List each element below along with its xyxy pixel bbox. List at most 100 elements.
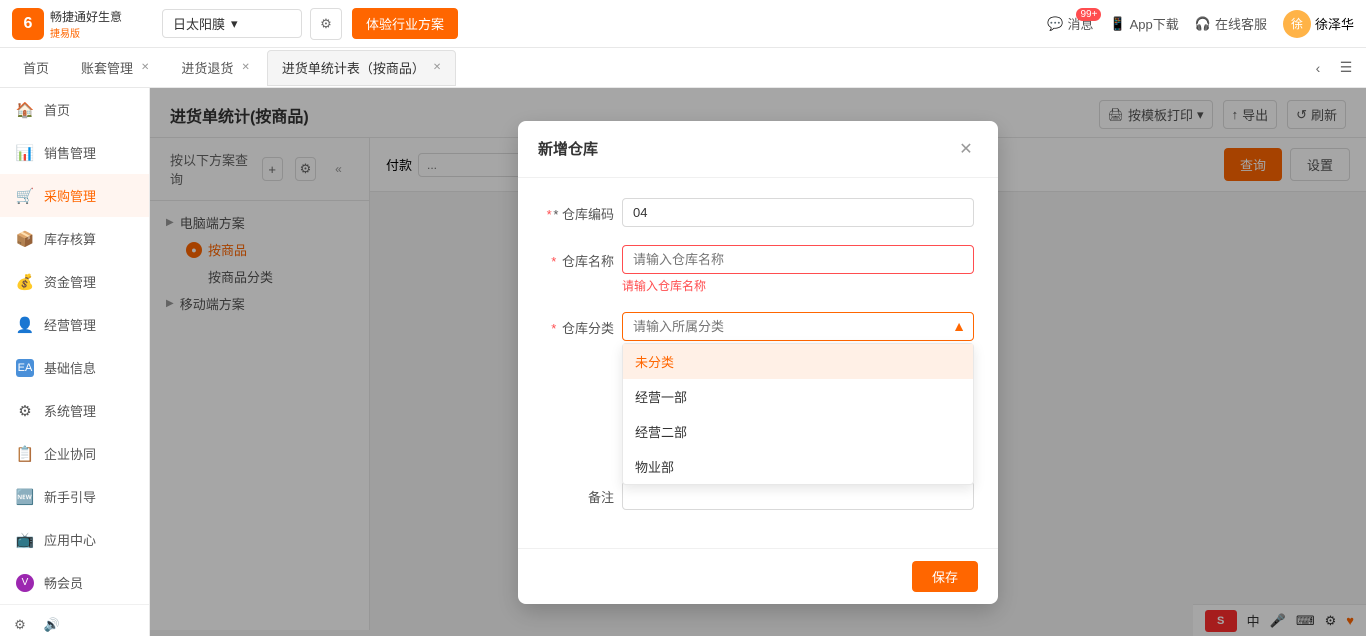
warehouse-note-row: 备注 — [542, 481, 974, 510]
sidebar-item-system[interactable]: ⚙ 系统管理 — [0, 389, 149, 432]
main-layout: 🏠 首页 📊 销售管理 🛒 采购管理 📦 库存核算 💰 资金管理 👤 经营管理 … — [0, 88, 1366, 636]
sidebar-item-guide[interactable]: 🆕 新手引导 — [0, 475, 149, 518]
tab-bar: 首页 账套管理 ✕ 进货退货 ✕ 进货单统计表（按商品） ✕ ‹ ☰ — [0, 48, 1366, 88]
warehouse-code-input[interactable] — [622, 198, 974, 227]
warehouse-note-input[interactable] — [622, 481, 974, 510]
top-header: 6 畅捷通好生意 捷易版 日太阳膜 ▾ ⚙ 体验行业方案 💬 消息 99+ 📱 … — [0, 0, 1366, 48]
warehouse-name-label: * 仓库名称 — [542, 245, 622, 270]
modal-body: * * 仓库编码 * 仓库名称 — [518, 178, 998, 548]
warehouse-category-row: * 仓库分类 ▲ 未分类 — [542, 312, 974, 341]
sidebar-purchase-label: 采购管理 — [44, 186, 96, 205]
warehouse-category-field: ▲ 未分类 经营一部 经营二部 — [622, 312, 974, 341]
dropdown-item-uncategorized[interactable]: 未分类 — [623, 344, 973, 379]
settings-button[interactable]: ⚙ — [310, 8, 342, 40]
sidebar-enterprise-label: 企业协同 — [44, 444, 96, 463]
modal-footer: 保存 — [518, 548, 998, 604]
home-icon: 🏠 — [16, 101, 34, 119]
experience-button[interactable]: 体验行业方案 — [352, 8, 458, 39]
guide-icon: 🆕 — [16, 488, 34, 506]
modal-title: 新增仓库 — [538, 138, 598, 159]
dropdown-item-property[interactable]: 物业部 — [623, 449, 973, 484]
modal-close-button[interactable]: ✕ — [954, 137, 978, 161]
tab-purchase-return[interactable]: 进货退货 ✕ — [166, 50, 264, 86]
tab-more-button[interactable]: ☰ — [1334, 56, 1358, 80]
warehouse-note-label: 备注 — [542, 481, 622, 506]
enterprise-icon: 📋 — [16, 445, 34, 463]
category-dropdown: 未分类 经营一部 经营二部 物业部 — [622, 343, 974, 485]
tab-accounts[interactable]: 账套管理 ✕ — [66, 50, 164, 86]
sidebar-guide-label: 新手引导 — [44, 487, 96, 506]
system-icon: ⚙ — [16, 402, 34, 420]
basic-icon: EA — [16, 359, 34, 377]
store-name: 日太阳膜 — [173, 14, 225, 33]
dropdown-item-dept2[interactable]: 经营二部 — [623, 414, 973, 449]
tab-purchase-stats-close[interactable]: ✕ — [433, 62, 441, 73]
tab-purchase-stats-label: 进货单统计表（按商品） — [282, 58, 425, 77]
sidebar-item-member[interactable]: V 畅会员 — [0, 561, 149, 604]
operation-icon: 👤 — [16, 316, 34, 334]
tab-purchase-return-close[interactable]: ✕ — [241, 62, 249, 73]
app-icon: 📱 — [1109, 16, 1125, 32]
gear-icon: ⚙ — [320, 16, 332, 32]
sidebar-inventory-label: 库存核算 — [44, 229, 96, 248]
required-star2: * — [551, 254, 556, 269]
member-icon: V — [16, 574, 34, 592]
app-download-button[interactable]: 📱 App下载 — [1109, 14, 1178, 33]
tab-purchase-stats[interactable]: 进货单统计表（按商品） ✕ — [267, 50, 456, 86]
sidebar-appcenter-label: 应用中心 — [44, 530, 96, 549]
tab-home-label: 首页 — [23, 58, 49, 77]
chevron-up-icon[interactable]: ▲ — [952, 318, 966, 334]
sidebar: 🏠 首页 📊 销售管理 🛒 采购管理 📦 库存核算 💰 资金管理 👤 经营管理 … — [0, 88, 150, 636]
sidebar-item-finance[interactable]: 💰 资金管理 — [0, 260, 149, 303]
sales-icon: 📊 — [16, 144, 34, 162]
dropdown-item-dept1[interactable]: 经营一部 — [623, 379, 973, 414]
sidebar-bottom: ⚙ 🔊 — [0, 604, 149, 636]
sidebar-item-purchase[interactable]: 🛒 采购管理 — [0, 174, 149, 217]
required-star: * — [547, 207, 552, 222]
content-area: 进货单统计(按商品) 🖨 按模板打印 ▾ ↑ 导出 ↺ 刷新 — [150, 88, 1366, 636]
warehouse-code-field — [622, 198, 974, 227]
appcenter-icon: 📺 — [16, 531, 34, 549]
sidebar-item-basic[interactable]: EA 基础信息 — [0, 346, 149, 389]
avatar: 徐 — [1283, 10, 1311, 38]
user-menu[interactable]: 徐 徐泽华 — [1283, 10, 1354, 38]
message-badge: 99+ — [1076, 8, 1101, 21]
tab-accounts-close[interactable]: ✕ — [141, 62, 149, 73]
headphone-icon: 🎧 — [1195, 16, 1211, 32]
category-input-wrapper: ▲ — [622, 312, 974, 341]
warehouse-note-field — [622, 481, 974, 510]
warehouse-name-error: 请输入仓库名称 — [622, 277, 974, 294]
sidebar-item-inventory[interactable]: 📦 库存核算 — [0, 217, 149, 260]
sidebar-item-enterprise[interactable]: 📋 企业协同 — [0, 432, 149, 475]
warehouse-category-input[interactable] — [622, 312, 974, 341]
sidebar-sales-label: 销售管理 — [44, 143, 96, 162]
message-button[interactable]: 💬 消息 99+ — [1047, 14, 1093, 33]
sidebar-home-label: 首页 — [44, 100, 70, 119]
sidebar-system-label: 系统管理 — [44, 401, 96, 420]
warehouse-name-row: * 仓库名称 请输入仓库名称 — [542, 245, 974, 294]
tab-bar-controls: ‹ ☰ — [1306, 56, 1358, 80]
modal-backdrop: 新增仓库 ✕ * * 仓库编码 — [150, 88, 1366, 636]
sidebar-member-label: 畅会员 — [44, 573, 83, 592]
inventory-icon: 📦 — [16, 230, 34, 248]
sidebar-operation-label: 经营管理 — [44, 315, 96, 334]
logo-area: 6 畅捷通好生意 捷易版 — [12, 8, 162, 40]
sidebar-settings-icon[interactable]: ⚙ — [8, 613, 32, 636]
tab-home[interactable]: 首页 — [8, 50, 64, 86]
store-selector[interactable]: 日太阳膜 ▾ — [162, 9, 302, 38]
online-service-button[interactable]: 🎧 在线客服 — [1195, 14, 1267, 33]
warehouse-code-label: * * 仓库编码 — [542, 198, 622, 223]
close-icon: ✕ — [959, 139, 972, 159]
warehouse-name-input[interactable] — [622, 245, 974, 274]
sidebar-item-home[interactable]: 🏠 首页 — [0, 88, 149, 131]
sidebar-finance-label: 资金管理 — [44, 272, 96, 291]
sidebar-item-sales[interactable]: 📊 销售管理 — [0, 131, 149, 174]
save-button[interactable]: 保存 — [912, 561, 978, 592]
sidebar-volume-icon[interactable]: 🔊 — [40, 613, 64, 636]
sidebar-item-operation[interactable]: 👤 经营管理 — [0, 303, 149, 346]
required-star3: * — [551, 321, 556, 336]
logo-icon: 6 — [12, 8, 44, 40]
warehouse-name-field: 请输入仓库名称 — [622, 245, 974, 294]
sidebar-item-appcenter[interactable]: 📺 应用中心 — [0, 518, 149, 561]
tab-prev-button[interactable]: ‹ — [1306, 56, 1330, 80]
